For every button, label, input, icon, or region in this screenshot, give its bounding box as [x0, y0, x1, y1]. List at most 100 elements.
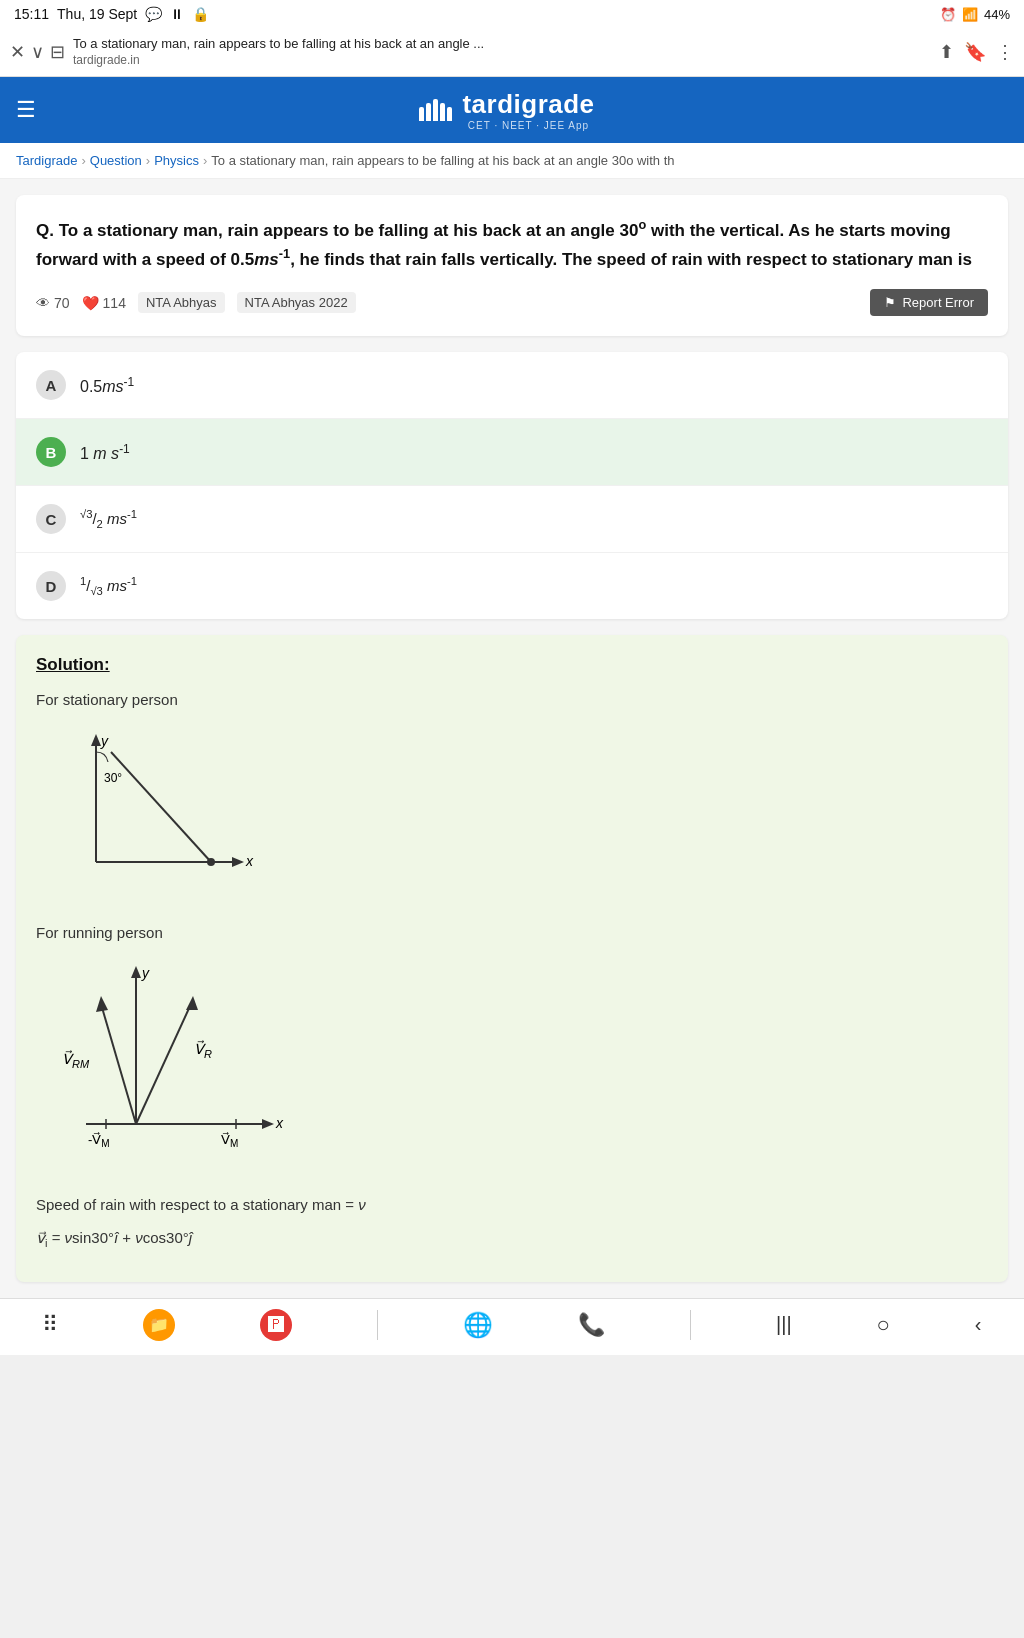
option-label-a: A [36, 370, 66, 400]
question-card: Q. To a stationary man, rain appears to … [16, 195, 1008, 336]
svg-text:x: x [275, 1115, 284, 1131]
flag-icon: ⚑ [884, 295, 896, 310]
back-chevron[interactable]: ‹ [975, 1313, 982, 1336]
home-circle[interactable]: ○ [877, 1312, 890, 1338]
grid-nav-icon[interactable]: ⠿ [42, 1312, 58, 1338]
svg-line-18 [136, 1004, 191, 1124]
svg-marker-13 [262, 1119, 274, 1129]
alarm-icon: ⏰ [940, 7, 956, 22]
option-text-b: 1 m s-1 [80, 442, 130, 463]
question-meta: 👁 70 ❤️ 114 NTA Abhyas NTA Abhyas 2022 ⚑… [36, 289, 988, 316]
svg-text:V⃗M: V⃗M [221, 1132, 238, 1149]
phone-nav-icon[interactable]: 📞 [578, 1312, 605, 1338]
svg-text:V⃗R: V⃗R [194, 1040, 212, 1060]
breadcrumb-physics[interactable]: Physics [154, 153, 199, 168]
breadcrumb-question[interactable]: Question [90, 153, 142, 168]
share-icon[interactable]: ⬆ [939, 41, 954, 63]
tag-nta-abhyas-2022[interactable]: NTA Abhyas 2022 [237, 292, 356, 313]
home-bar: ||| [776, 1313, 792, 1336]
status-date: Thu, 19 Sept [57, 6, 137, 22]
svg-point-8 [207, 858, 215, 866]
heart-icon: ❤️ [82, 295, 99, 311]
svg-text:y: y [100, 733, 109, 749]
svg-line-6 [111, 752, 211, 862]
tabs-icon[interactable]: ⊟ [50, 41, 65, 63]
nav-divider-2 [690, 1310, 691, 1340]
option-text-c: √3/2 ms-1 [80, 508, 137, 530]
browser-actions: ⬆ 🔖 ⋮ [939, 41, 1014, 63]
tag-nta-abhyas[interactable]: NTA Abhyas [138, 292, 225, 313]
breadcrumb-sep-2: › [146, 153, 150, 168]
option-text-a: 0.5ms-1 [80, 375, 134, 396]
option-text-d: 1/√3 ms-1 [80, 575, 137, 597]
main-content: Q. To a stationary man, rain appears to … [0, 179, 1024, 1297]
eye-icon: 👁 [36, 295, 50, 311]
option-label-d: D [36, 571, 66, 601]
svg-text:V⃗RM: V⃗RM [62, 1050, 90, 1070]
battery-level: 44% [984, 7, 1010, 22]
like-count: ❤️ 114 [82, 295, 126, 311]
logo-area: tardigrade CET · NEET · JEE App [419, 89, 594, 131]
svg-line-15 [101, 1004, 136, 1124]
browser-nav-icons: ✕ ∨ ⊟ [10, 41, 65, 63]
solution-para-4: v⃗i = νsin30°î + νcos30°ĵ [36, 1227, 988, 1252]
svg-marker-16 [96, 996, 108, 1012]
message-icon: 💬 [145, 6, 162, 22]
options-section: A 0.5ms-1 B 1 m s-1 C √3/2 ms-1 D 1/√3 m… [16, 352, 1008, 619]
option-row-b[interactable]: B 1 m s-1 [16, 419, 1008, 486]
svg-text:30°: 30° [104, 771, 122, 785]
solution-section: Solution: For stationary person y x 30° [16, 635, 1008, 1281]
question-text: Q. To a stationary man, rain appears to … [36, 215, 988, 273]
nav-divider [377, 1310, 378, 1340]
hamburger-menu[interactable]: ☰ [16, 97, 36, 123]
svg-marker-4 [232, 857, 244, 867]
option-row-a[interactable]: A 0.5ms-1 [16, 352, 1008, 419]
svg-marker-1 [91, 734, 101, 746]
bookmark-icon[interactable]: 🔖 [964, 41, 986, 63]
option-row-c[interactable]: C √3/2 ms-1 [16, 486, 1008, 553]
url-sub-text: tardigrade.in [73, 53, 931, 69]
files-icon[interactable]: 📁 [143, 1309, 175, 1341]
option-row-d[interactable]: D 1/√3 ms-1 [16, 553, 1008, 619]
svg-text:y: y [141, 965, 150, 981]
browser-bar: ✕ ∨ ⊟ To a stationary man, rain appears … [0, 28, 1024, 77]
solution-title: Solution: [36, 655, 988, 675]
diagram-running-svg: y x V⃗RM V⃗R -V⃗M V⃗M [36, 954, 316, 1174]
diagram-stationary: y x 30° [36, 722, 988, 906]
breadcrumb-sep-3: › [203, 153, 207, 168]
svg-text:-V⃗M: -V⃗M [88, 1132, 110, 1149]
logo-text: tardigrade [462, 89, 594, 120]
status-bar: 15:11 Thu, 19 Sept 💬 ⏸ 🔒 ⏰ 📶 44% [0, 0, 1024, 28]
close-icon[interactable]: ✕ [10, 41, 25, 63]
logo-subtitle: CET · NEET · JEE App [462, 120, 594, 131]
files-nav-icon[interactable]: 📁 [143, 1309, 175, 1341]
world-nav-icon[interactable]: 🌐 [463, 1311, 493, 1339]
chevron-down-icon[interactable]: ∨ [31, 41, 44, 63]
report-error-button[interactable]: ⚑ Report Error [870, 289, 988, 316]
signal-icon: 📶 [962, 7, 978, 22]
bottom-navigation: ⠿ 📁 🅿 🌐 📞 ||| ○ ‹ [0, 1298, 1024, 1355]
question-prefix: Q. [36, 221, 59, 240]
svg-marker-19 [186, 996, 198, 1010]
url-bar[interactable]: To a stationary man, rain appears to be … [73, 36, 931, 68]
url-main-text: To a stationary man, rain appears to be … [73, 36, 931, 53]
app-header: ☰ tardigrade CET · NEET · JEE App [0, 77, 1024, 143]
solution-para-3: Speed of rain with respect to a stationa… [36, 1194, 988, 1217]
diagram-running: y x V⃗RM V⃗R -V⃗M V⃗M [36, 954, 988, 1178]
breadcrumb-tardigrade[interactable]: Tardigrade [16, 153, 77, 168]
red-app-icon[interactable]: 🅿 [260, 1309, 292, 1341]
solution-para-1: For stationary person [36, 689, 988, 712]
option-label-b: B [36, 437, 66, 467]
breadcrumb: Tardigrade › Question › Physics › To a s… [0, 143, 1024, 179]
breadcrumb-current: To a stationary man, rain appears to be … [211, 153, 674, 168]
more-icon[interactable]: ⋮ [996, 41, 1014, 63]
lock-icon: 🔒 [192, 6, 209, 22]
solution-para-2: For running person [36, 922, 988, 945]
pause-icon: ⏸ [170, 6, 184, 22]
breadcrumb-sep-1: › [81, 153, 85, 168]
svg-marker-10 [131, 966, 141, 978]
status-time: 15:11 [14, 6, 49, 22]
logo-icon [419, 99, 452, 121]
app-icon[interactable]: 🅿 [260, 1309, 292, 1341]
option-label-c: C [36, 504, 66, 534]
